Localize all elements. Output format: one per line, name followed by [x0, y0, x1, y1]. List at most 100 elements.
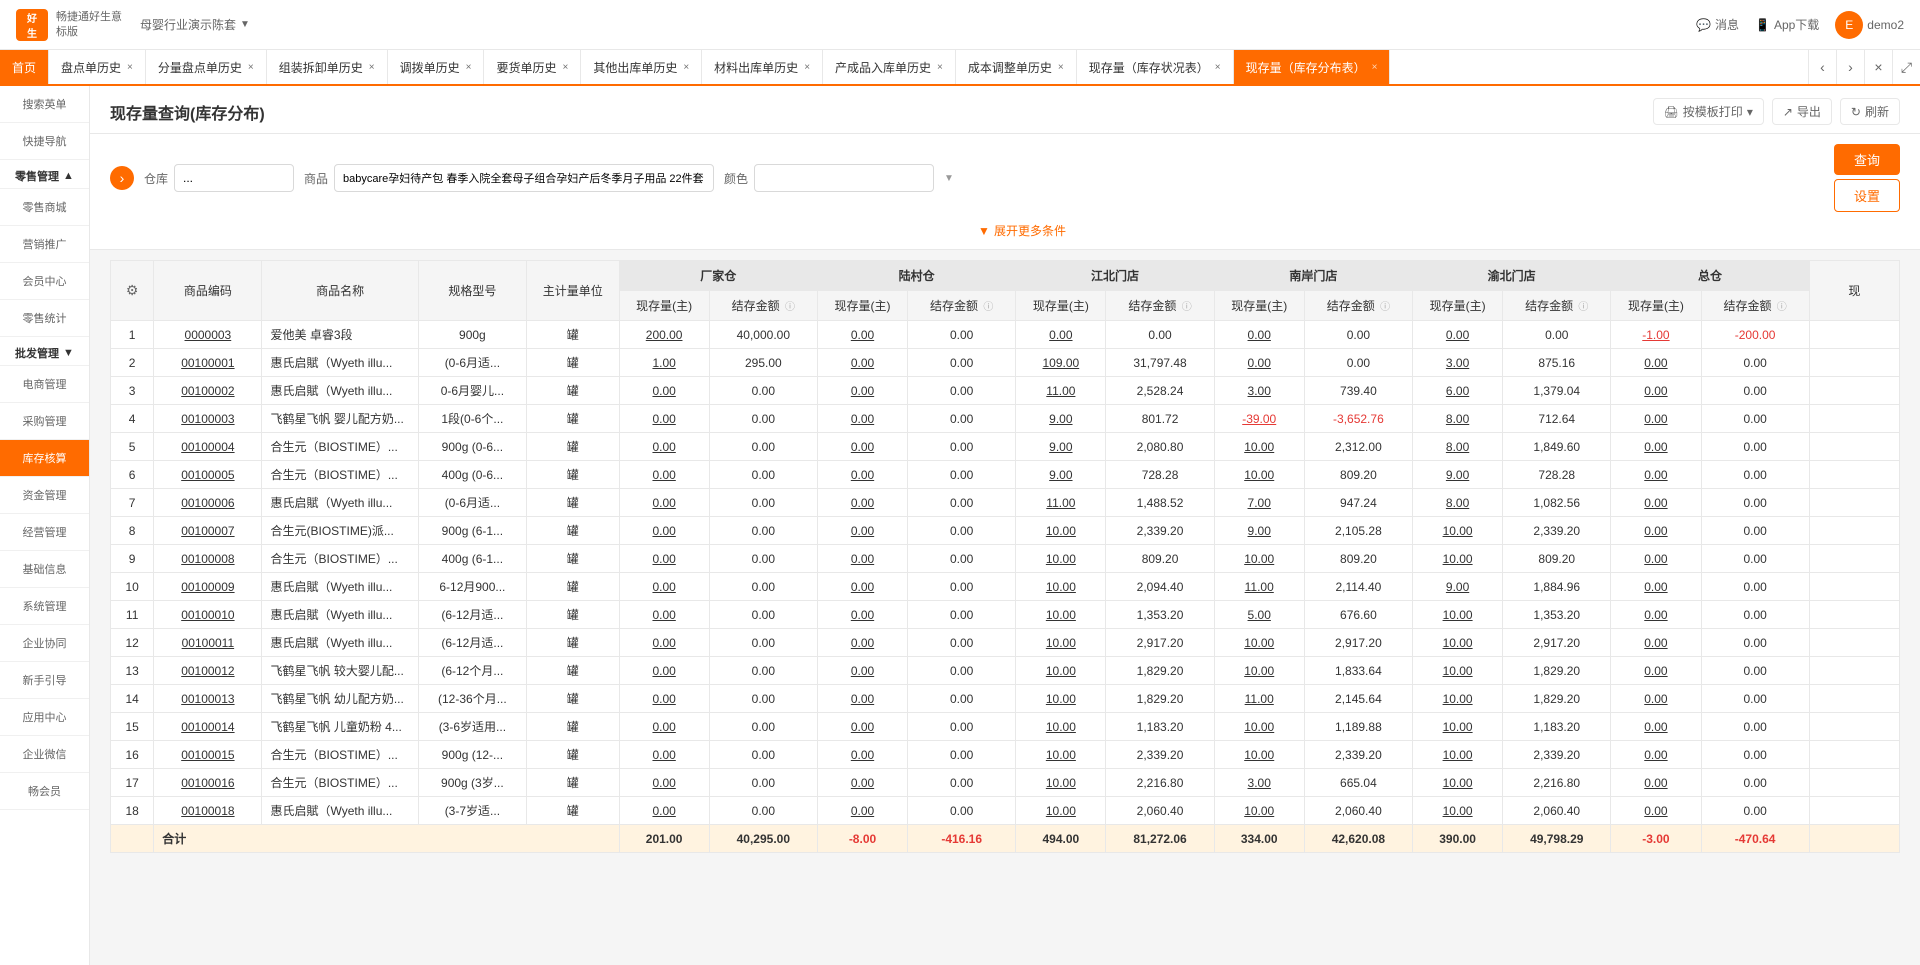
sidebar-item-marketing[interactable]: 营销推广 [0, 226, 89, 263]
cell-factory-amt: 0.00 [709, 545, 817, 573]
sidebar-item-retail-mall[interactable]: 零售商城 [0, 189, 89, 226]
nav-prev[interactable]: ‹ [1808, 50, 1836, 85]
sidebar-item-guide[interactable]: 新手引导 [0, 662, 89, 699]
export-btn[interactable]: ↗ 导出 [1772, 98, 1832, 125]
cell-lc-amt: 0.00 [908, 545, 1016, 573]
message-btn[interactable]: 💬 消息 [1696, 16, 1739, 33]
th-total: 总仓 [1611, 261, 1809, 291]
cell-unit: 罐 [526, 629, 619, 657]
tab-9[interactable]: 成本调整单历史 × [956, 50, 1077, 85]
tab-8[interactable]: 产成品入库单历史 × [823, 50, 956, 85]
tab-3[interactable]: 组装拆卸单历史 × [267, 50, 388, 85]
color-input[interactable] [754, 164, 934, 192]
query-btn[interactable]: 查询 [1834, 144, 1900, 175]
tab-2[interactable]: 分量盘点单历史 × [146, 50, 267, 85]
refresh-btn[interactable]: ↻ 刷新 [1840, 98, 1900, 125]
cell-yb-amt: 1,849.60 [1503, 433, 1611, 461]
sidebar-item-ops[interactable]: 经营管理 [0, 514, 89, 551]
summary-factory-qty: 201.00 [619, 825, 709, 853]
sidebar-item-retail-mgmt[interactable]: 零售管理 ▲ [0, 160, 89, 189]
cell-extra [1809, 601, 1899, 629]
table-row: 14 00100013 飞鹤星飞帆 幼儿配方奶... (12-36个月... 罐… [111, 685, 1900, 713]
cell-lc-qty: 0.00 [817, 545, 907, 573]
cell-factory-amt: 0.00 [709, 461, 817, 489]
cell-yb-qty: 10.00 [1413, 657, 1503, 685]
cell-lc-qty: 0.00 [817, 657, 907, 685]
tab-1[interactable]: 盘点单历史 × [49, 50, 146, 85]
cell-yb-amt: 2,060.40 [1503, 797, 1611, 825]
cell-num: 11 [111, 601, 154, 629]
cell-num: 2 [111, 349, 154, 377]
th-settings[interactable]: ⚙ [111, 261, 154, 321]
cell-name: 飞鹤星飞帆 幼儿配方奶... [262, 685, 418, 713]
sidebar-item-apps[interactable]: 应用中心 [0, 699, 89, 736]
tab-6[interactable]: 其他出库单历史 × [581, 50, 702, 85]
search-toggle-btn[interactable]: › [110, 166, 134, 190]
cell-jb-amt: 2,060.40 [1106, 797, 1214, 825]
tab-home[interactable]: 首页 [0, 50, 49, 85]
cell-unit: 罐 [526, 769, 619, 797]
info-icon[interactable]: ⓘ [785, 302, 795, 313]
cell-total-qty: 0.00 [1611, 573, 1701, 601]
th-na: 南岸门店 [1214, 261, 1412, 291]
settings-btn[interactable]: 设置 [1834, 179, 1900, 212]
app-download-btn[interactable]: 📱 App下载 [1755, 16, 1819, 33]
info-icon[interactable]: ⓘ [983, 302, 993, 313]
expand-conditions-btn[interactable]: ▼ 展开更多条件 [978, 222, 1066, 239]
tab-4[interactable]: 调拨单历史 × [388, 50, 485, 85]
cell-code: 00100018 [154, 797, 262, 825]
cell-spec: (12-36个月... [418, 685, 526, 713]
cell-na-amt: 676.60 [1304, 601, 1412, 629]
info-icon[interactable]: ⓘ [1578, 302, 1588, 313]
sidebar-item-member[interactable]: 会员中心 [0, 263, 89, 300]
tab-5[interactable]: 要货单历史 × [484, 50, 581, 85]
cell-na-amt: 1,189.88 [1304, 713, 1412, 741]
cell-total-qty: 0.00 [1611, 377, 1701, 405]
sidebar-item-finance[interactable]: 资金管理 [0, 477, 89, 514]
cell-code: 00100001 [154, 349, 262, 377]
nav-next[interactable]: › [1836, 50, 1864, 85]
gear-icon[interactable]: ⚙ [126, 282, 139, 298]
color-dropdown-icon[interactable]: ▼ [944, 173, 954, 184]
cell-spec: (6-12月适... [418, 629, 526, 657]
cell-factory-amt: 0.00 [709, 489, 817, 517]
sidebar-item-wholesale-mgmt[interactable]: 批发管理 ▼ [0, 337, 89, 366]
cell-jb-qty: 10.00 [1016, 685, 1106, 713]
nav-expand[interactable]: ⤢ [1892, 50, 1920, 85]
table-container[interactable]: ⚙ 商品编码 商品名称 规格型号 主计量单位 厂家仓 陆村仓 江北门店 南岸门店… [90, 250, 1920, 965]
cell-factory-qty: 0.00 [619, 601, 709, 629]
tab-7[interactable]: 材料出库单历史 × [702, 50, 823, 85]
sidebar-item-collab[interactable]: 企业协同 [0, 625, 89, 662]
sidebar-item-purchase[interactable]: 采购管理 [0, 403, 89, 440]
info-icon[interactable]: ⓘ [1182, 302, 1192, 313]
cell-total-qty: 0.00 [1611, 433, 1701, 461]
cell-na-qty: 10.00 [1214, 657, 1304, 685]
sidebar-item-search[interactable]: 搜索英单 [0, 86, 89, 123]
cell-na-qty: 10.00 [1214, 741, 1304, 769]
cell-code: 00100009 [154, 573, 262, 601]
sidebar-item-retail-stats[interactable]: 零售统计 [0, 300, 89, 337]
tab-10[interactable]: 现存量（库存状况表）× [1077, 50, 1234, 85]
info-icon[interactable]: ⓘ [1380, 302, 1390, 313]
sidebar-item-ecom[interactable]: 电商管理 [0, 366, 89, 403]
th-factory-amt: 结存金额 ⓘ [709, 291, 817, 321]
info-icon[interactable]: ⓘ [1777, 302, 1787, 313]
sidebar-item-vip[interactable]: 畅会员 [0, 773, 89, 810]
sidebar-item-system[interactable]: 系统管理 [0, 588, 89, 625]
cell-factory-amt: 40,000.00 [709, 321, 817, 349]
goods-input[interactable] [334, 164, 714, 192]
cell-na-qty: 10.00 [1214, 797, 1304, 825]
industry-selector[interactable]: 母婴行业演示陈套 ▼ [140, 16, 250, 33]
cell-total-amt: 0.00 [1701, 769, 1809, 797]
warehouse-input[interactable] [174, 164, 294, 192]
sidebar-item-basics[interactable]: 基础信息 [0, 551, 89, 588]
tab-11[interactable]: 现存量（库存分布表）× [1234, 50, 1391, 85]
cell-yb-amt: 2,339.20 [1503, 741, 1611, 769]
cell-lc-amt: 0.00 [908, 517, 1016, 545]
nav-close-all[interactable]: × [1864, 50, 1892, 85]
sidebar-item-nav[interactable]: 快捷导航 [0, 123, 89, 160]
sidebar-item-inventory[interactable]: 库存核算 [0, 440, 89, 477]
sidebar-item-wechat[interactable]: 企业微信 [0, 736, 89, 773]
print-btn[interactable]: 🖨 按模板打印 ▾ [1653, 98, 1764, 125]
user-area[interactable]: E demo2 [1835, 11, 1904, 39]
